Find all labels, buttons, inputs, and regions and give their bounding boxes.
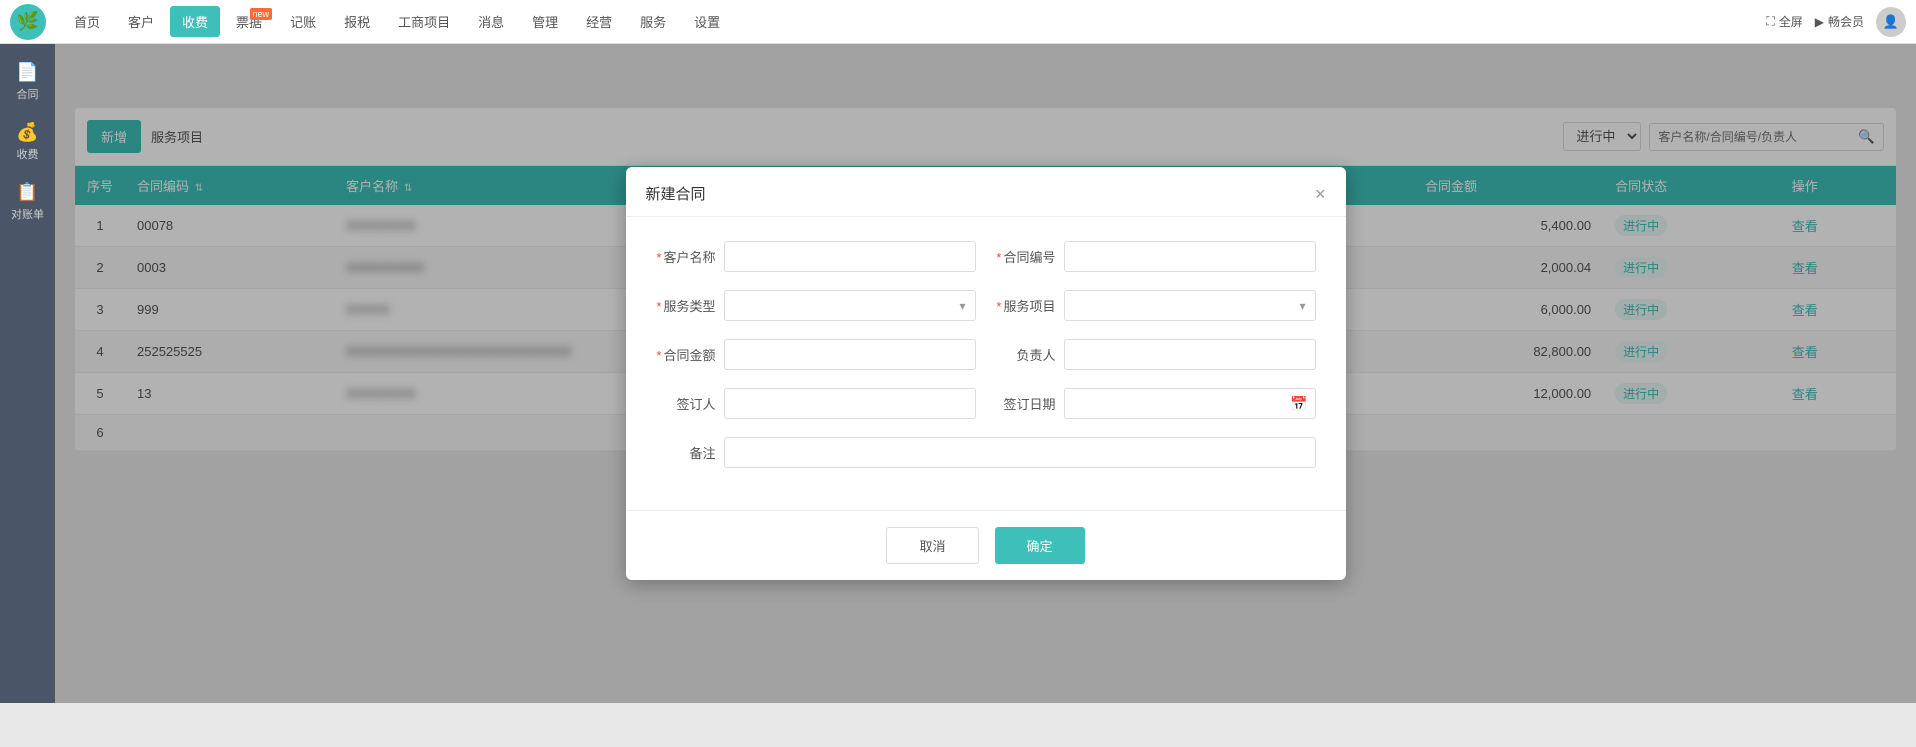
contract-icon: 📄 [16,62,38,83]
responsible-field: 负责人 [996,339,1316,370]
customer-name-input[interactable] [724,241,976,272]
service-item-select-wrap [1064,290,1316,321]
sidebar-item-billing[interactable]: 💰 收费 [3,114,53,170]
nav-tax[interactable]: 报税 [332,6,382,37]
contract-number-input[interactable] [1064,241,1316,272]
nav-right-area: ⛶ 全屏 ▶ 畅会员 👤 [1766,7,1906,37]
fullscreen-icon: ⛶ [1766,14,1774,29]
nav-billing[interactable]: 收费 [170,6,220,37]
contract-number-field: 合同编号 [996,241,1316,272]
sign-date-field: 签订日期 2023-06-06 📅 [996,388,1316,419]
avatar-icon: 👤 [1883,14,1899,30]
signer-label: 签订人 [656,394,716,413]
notes-input[interactable] [724,437,1316,468]
customer-name-field: 客户名称 [656,241,976,272]
modal-overlay: 新建合同 × 客户名称 合同编号 服务类型 [55,44,1916,703]
notes-field: 备注 [656,437,1316,468]
modal-body: 客户名称 合同编号 服务类型 [626,217,1346,510]
contract-amount-field: 合同金额 0.00 [656,339,976,370]
play-icon: ▶ [1815,15,1824,29]
member-button[interactable]: ▶ 畅会员 [1815,13,1864,30]
signer-field: 签订人 [656,388,976,419]
service-type-label: 服务类型 [656,296,716,315]
sign-date-input[interactable]: 2023-06-06 [1064,388,1316,419]
modal-header: 新建合同 × [626,167,1346,217]
fullscreen-button[interactable]: ⛶ 全屏 [1766,13,1802,30]
nav-customer[interactable]: 客户 [116,6,166,37]
calendar-icon: 📅 [1290,395,1307,412]
responsible-label: 负责人 [996,345,1056,364]
modal-close-button[interactable]: × [1315,185,1326,203]
service-type-select-wrap [724,290,976,321]
nav-admin[interactable]: 管理 [520,6,570,37]
sidebar: 📄 合同 💰 收费 📋 对账单 [0,44,55,703]
cancel-button[interactable]: 取消 [886,527,978,564]
nav-service[interactable]: 服务 [628,6,678,37]
notes-label: 备注 [656,443,716,462]
nav-business[interactable]: 工商项目 [386,6,462,37]
sidebar-item-contract[interactable]: 📄 合同 [3,54,53,110]
responsible-input[interactable] [1064,339,1316,370]
sidebar-item-reconciliation[interactable]: 📋 对账单 [3,174,53,230]
contract-amount-label: 合同金额 [656,345,716,364]
modal-footer: 取消 确定 [626,510,1346,580]
service-item-select[interactable] [1064,290,1316,321]
nav-accounting[interactable]: 记账 [278,6,328,37]
confirm-button[interactable]: 确定 [995,527,1085,564]
billing-icon: 💰 [16,122,38,143]
contract-number-label: 合同编号 [996,247,1056,266]
modal-title: 新建合同 [646,183,706,204]
nav-menu: 首页 客户 收费 票据 new 记账 报税 工商项目 消息 管理 经营 服务 设… [62,6,1766,37]
service-item-label: 服务项目 [996,296,1056,315]
form-row-5: 备注 [656,437,1316,468]
form-row-2: 服务类型 服务项目 [656,290,1316,321]
reconciliation-icon: 📋 [16,182,38,203]
nav-operation[interactable]: 经营 [574,6,624,37]
form-row-1: 客户名称 合同编号 [656,241,1316,272]
app-logo: 🌿 [10,4,46,40]
top-navigation: 🌿 首页 客户 收费 票据 new 记账 报税 工商项目 消息 管理 经营 服务… [0,0,1916,44]
sidebar-item-reconciliation-label: 对账单 [11,206,44,222]
contract-amount-input[interactable]: 0.00 [724,339,976,370]
nav-message[interactable]: 消息 [466,6,516,37]
logo-icon: 🌿 [17,11,39,32]
service-type-field: 服务类型 [656,290,976,321]
user-avatar[interactable]: 👤 [1876,7,1906,37]
customer-name-label: 客户名称 [656,247,716,266]
form-row-4: 签订人 签订日期 2023-06-06 📅 [656,388,1316,419]
sign-date-label: 签订日期 [996,394,1056,413]
service-type-select[interactable] [724,290,976,321]
nav-invoice[interactable]: 票据 new [224,6,274,37]
sidebar-item-contract-label: 合同 [17,86,39,102]
new-contract-modal: 新建合同 × 客户名称 合同编号 服务类型 [626,167,1346,580]
service-item-field: 服务项目 [996,290,1316,321]
sidebar-item-billing-label: 收费 [17,146,39,162]
sign-date-wrap: 2023-06-06 📅 [1064,388,1316,419]
signer-input[interactable] [724,388,976,419]
nav-home[interactable]: 首页 [62,6,112,37]
new-badge: new [250,8,273,20]
nav-settings[interactable]: 设置 [682,6,732,37]
form-row-3: 合同金额 0.00 负责人 [656,339,1316,370]
